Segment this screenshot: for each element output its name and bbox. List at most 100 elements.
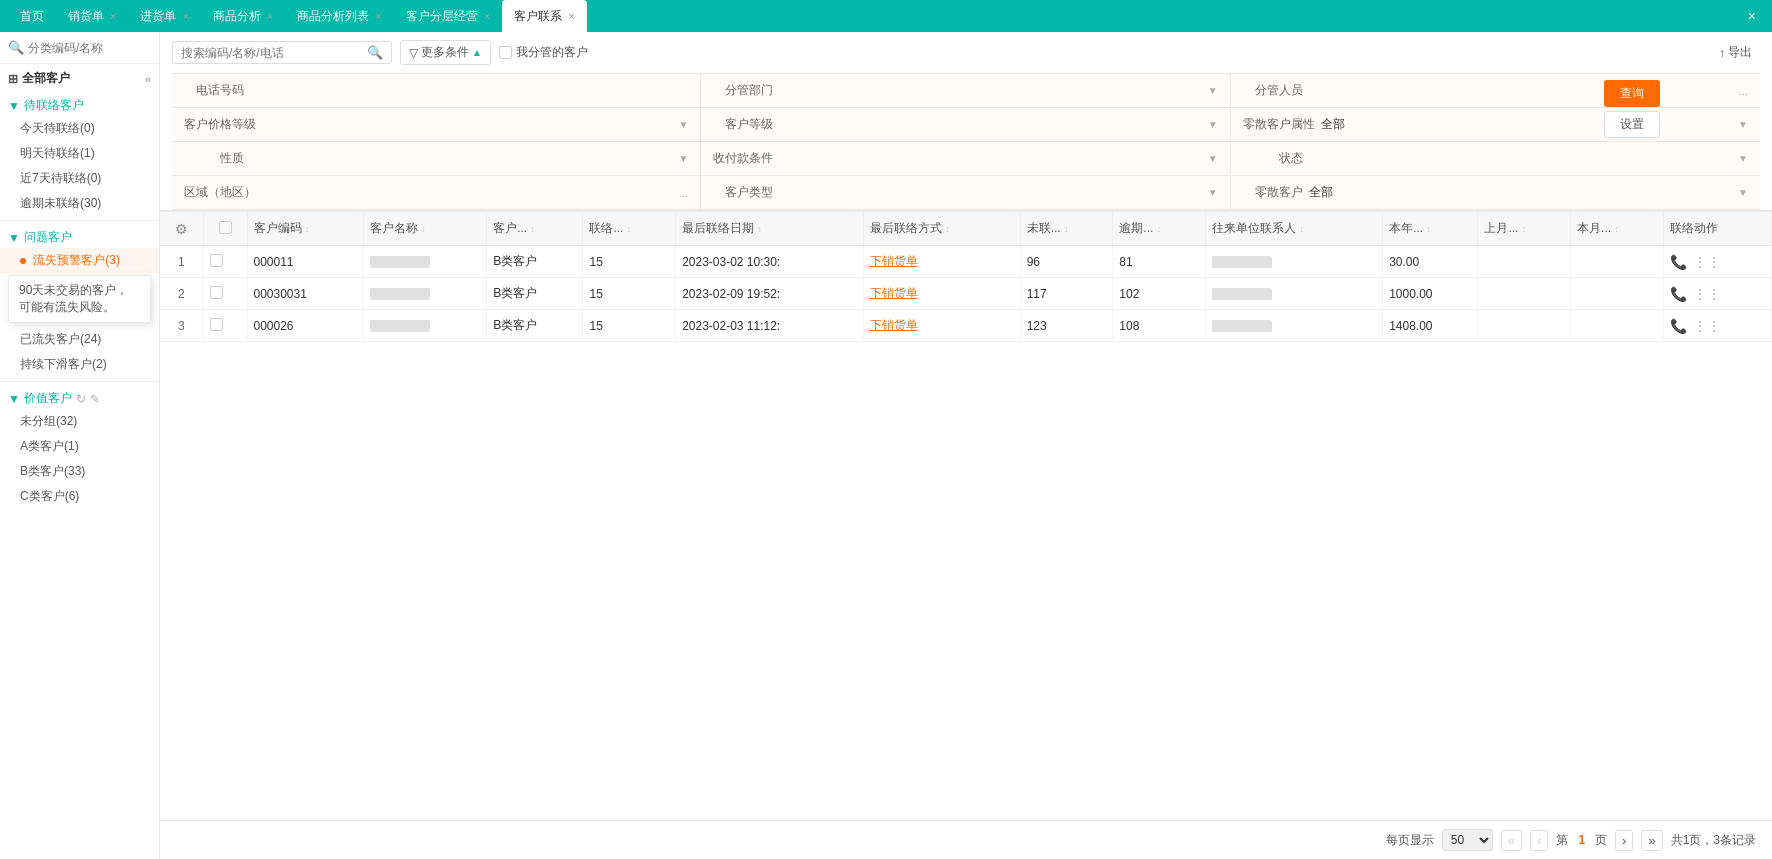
row-last-month xyxy=(1478,278,1571,310)
row-action[interactable]: 📞 ⋮⋮ xyxy=(1663,246,1771,278)
settings-button[interactable]: 设置 xyxy=(1604,111,1660,138)
nav-close-analysis[interactable]: × xyxy=(267,10,273,22)
nav-sales-order[interactable]: 销货单 × xyxy=(56,0,128,32)
sidebar-item-declining[interactable]: 持续下滑客户(2) xyxy=(0,352,159,377)
row-check[interactable] xyxy=(210,318,223,331)
row-check[interactable] xyxy=(210,254,223,267)
th-last-date[interactable]: 最后联络日期 xyxy=(676,212,864,246)
action-phone-icon[interactable]: 📞 xyxy=(1670,286,1687,302)
action-phone-icon[interactable]: 📞 xyxy=(1670,254,1687,270)
sidebar-item-7days[interactable]: 近7天待联络(0) xyxy=(0,166,159,191)
nav-close-purchase[interactable]: × xyxy=(182,10,188,22)
row-checkbox[interactable] xyxy=(203,278,247,310)
next-page-btn[interactable]: › xyxy=(1615,830,1633,851)
filter-nature-select[interactable]: ▼ xyxy=(250,153,688,164)
row-num: 1 xyxy=(160,246,203,278)
filter-region-dots[interactable]: ... xyxy=(679,187,688,199)
sidebar-group-problem[interactable]: ▼ 问题客户 xyxy=(0,225,159,248)
row-action[interactable]: 📞 ⋮⋮ xyxy=(1663,310,1771,342)
blurred-name xyxy=(370,320,430,332)
filter-manager-dots[interactable]: ... xyxy=(1739,85,1748,97)
query-button[interactable]: 查询 xyxy=(1604,80,1660,107)
last-method-link[interactable]: 下销货单 xyxy=(870,318,918,332)
action-more-icon[interactable]: ⋮⋮ xyxy=(1693,286,1721,302)
row-action[interactable]: 📞 ⋮⋮ xyxy=(1663,278,1771,310)
sidebar-item-tomorrow[interactable]: 明天待联络(1) xyxy=(0,141,159,166)
nav-product-analysis[interactable]: 商品分析 × xyxy=(201,0,285,32)
filter-grade-select[interactable]: ▼ xyxy=(779,119,1217,130)
nav-close-sales[interactable]: × xyxy=(110,10,116,22)
nav-home[interactable]: 首页 xyxy=(8,0,56,32)
select-all-check[interactable] xyxy=(219,221,232,234)
th-this-year[interactable]: 本年... xyxy=(1383,212,1478,246)
first-page-btn[interactable]: « xyxy=(1501,830,1522,851)
th-last-month[interactable]: 上月... xyxy=(1478,212,1571,246)
filter-dept-select[interactable]: ▼ xyxy=(779,85,1217,96)
nav-close-tier[interactable]: × xyxy=(484,10,490,22)
sidebar-item-overdue[interactable]: 逾期未联络(30) xyxy=(0,191,159,216)
th-this-month[interactable]: 本月... xyxy=(1571,212,1664,246)
sidebar-item-churn-warning[interactable]: 流失预警客户(3) xyxy=(0,248,159,273)
action-icons[interactable]: 📞 ⋮⋮ xyxy=(1670,286,1765,302)
th-code[interactable]: 客户编码 xyxy=(247,212,363,246)
filter-phone-input[interactable] xyxy=(250,84,688,98)
action-more-icon[interactable]: ⋮⋮ xyxy=(1693,318,1721,334)
sidebar-item-churned[interactable]: 已流失客户(24) xyxy=(0,327,159,352)
sidebar-group-value[interactable]: ▼ 价值客户 ↻ ✎ xyxy=(0,386,159,409)
filter-retail-attr: 零散客户属性 全部 ▼ xyxy=(1231,108,1760,142)
more-conditions-btn[interactable]: ▽ 更多条件 ▲ xyxy=(400,40,491,65)
filter-retail-attr-select[interactable]: 全部 ▼ xyxy=(1321,116,1748,133)
export-btn[interactable]: ↑ 导出 xyxy=(1711,41,1760,64)
th-name[interactable]: 客户名称 xyxy=(363,212,486,246)
filter-status-select[interactable]: ▼ xyxy=(1309,153,1748,164)
action-icons[interactable]: 📞 ⋮⋮ xyxy=(1670,318,1765,334)
my-customers-check[interactable] xyxy=(499,46,512,59)
sidebar-item-c-class[interactable]: C类客户(6) xyxy=(0,484,159,509)
nav-product-analysis-list[interactable]: 商品分析列表 × xyxy=(285,0,393,32)
close-all-tabs[interactable]: × xyxy=(1740,8,1764,24)
search-icon-btn[interactable]: 🔍 xyxy=(367,45,383,60)
edit-icon[interactable]: ✎ xyxy=(90,392,100,406)
sidebar-all-customers[interactable]: ⊞ 全部客户 « xyxy=(0,64,159,93)
th-uncontacted[interactable]: 未联... xyxy=(1020,212,1113,246)
th-gear[interactable]: ⚙ xyxy=(160,212,203,246)
nav-customer-tier[interactable]: 客户分层经营 × xyxy=(394,0,502,32)
filter-expanded: 电话号码 分管部门 ▼ 分管人员 ... xyxy=(172,73,1760,210)
th-last-method[interactable]: 最后联络方式 xyxy=(863,212,1020,246)
sidebar-item-ungrouped[interactable]: 未分组(32) xyxy=(0,409,159,434)
action-icons[interactable]: 📞 ⋮⋮ xyxy=(1670,254,1765,270)
filter-retail-select[interactable]: 全部 ▼ xyxy=(1309,184,1748,201)
th-overdue[interactable]: 逾期... xyxy=(1113,212,1206,246)
sidebar-item-today[interactable]: 今天待联络(0) xyxy=(0,116,159,141)
nav-close-analysis-list[interactable]: × xyxy=(375,10,381,22)
filter-price-select[interactable]: ▼ xyxy=(262,119,688,130)
row-checkbox[interactable] xyxy=(203,246,247,278)
search-input[interactable] xyxy=(181,46,363,60)
action-phone-icon[interactable]: 📞 xyxy=(1670,318,1687,334)
sidebar-group-pending[interactable]: ▼ 待联络客户 xyxy=(0,93,159,116)
sidebar-item-a-class[interactable]: A类客户(1) xyxy=(0,434,159,459)
refresh-icon[interactable]: ↻ xyxy=(76,392,86,406)
th-checkbox[interactable] xyxy=(203,212,247,246)
last-method-link[interactable]: 下销货单 xyxy=(870,254,918,268)
sidebar-item-b-class[interactable]: B类客户(33) xyxy=(0,459,159,484)
per-page-select[interactable]: 50 100 200 xyxy=(1442,829,1493,851)
filter-payment-select[interactable]: ▼ xyxy=(779,153,1217,164)
nav-purchase-order[interactable]: 进货单 × xyxy=(128,0,200,32)
th-type[interactable]: 客户... xyxy=(487,212,583,246)
sidebar-search-input[interactable] xyxy=(28,41,151,55)
row-check[interactable] xyxy=(210,286,223,299)
prev-page-btn[interactable]: ‹ xyxy=(1530,830,1548,851)
filter-ctype-select[interactable]: ▼ xyxy=(779,187,1217,198)
row-num: 3 xyxy=(160,310,203,342)
settings-gear-icon[interactable]: ⚙ xyxy=(175,221,188,237)
nav-customer-contact[interactable]: 客户联系 × xyxy=(502,0,586,32)
last-page-btn[interactable]: » xyxy=(1641,830,1662,851)
th-contact[interactable]: 联络... xyxy=(583,212,676,246)
th-contact-person[interactable]: 往来单位联系人 xyxy=(1206,212,1383,246)
action-more-icon[interactable]: ⋮⋮ xyxy=(1693,254,1721,270)
nav-close-contact[interactable]: × xyxy=(568,10,574,22)
row-checkbox[interactable] xyxy=(203,310,247,342)
last-method-link[interactable]: 下销货单 xyxy=(870,286,918,300)
my-customers-checkbox[interactable]: 我分管的客户 xyxy=(499,44,588,61)
